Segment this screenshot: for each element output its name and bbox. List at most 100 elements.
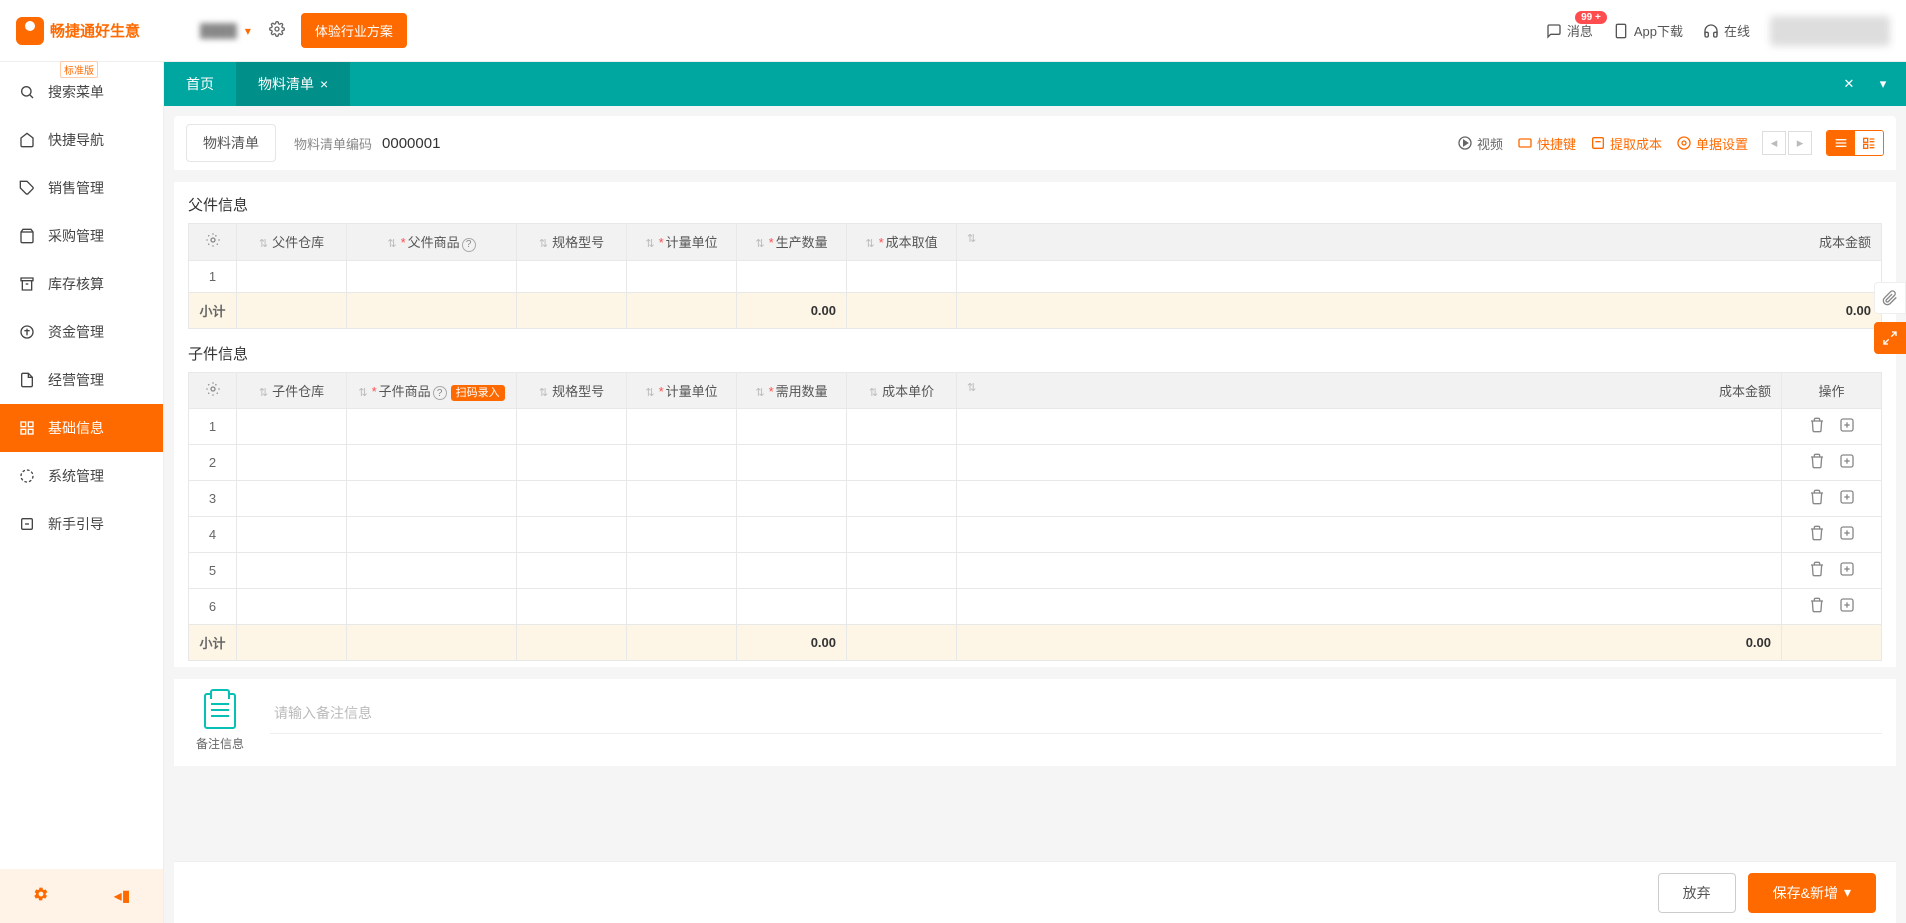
- tabs-menu-icon[interactable]: ▾: [1868, 69, 1898, 99]
- add-row-icon[interactable]: [1839, 525, 1855, 544]
- help-icon[interactable]: ?: [433, 386, 447, 400]
- header-settings-icon[interactable]: [269, 21, 285, 40]
- parent-costamount-header[interactable]: ⇅成本金额: [957, 224, 1882, 261]
- sidebar-item-label: 库存核算: [48, 274, 104, 294]
- child-table-row[interactable]: 4: [189, 517, 1882, 553]
- messages-badge: 99 +: [1575, 11, 1607, 24]
- prev-record-icon[interactable]: ◂: [1762, 131, 1786, 155]
- help-icon[interactable]: ?: [462, 238, 476, 252]
- sidebar-item-basic-info[interactable]: 基础信息: [0, 404, 163, 452]
- sidebar-item-sales[interactable]: 销售管理: [0, 164, 163, 212]
- parent-title: 父件信息: [188, 194, 1882, 215]
- list-view-icon[interactable]: [1827, 131, 1855, 155]
- sidebar-item-system[interactable]: 系统管理: [0, 452, 163, 500]
- video-link[interactable]: 视频: [1457, 134, 1503, 153]
- parent-warehouse-header[interactable]: ⇅父件仓库: [237, 224, 347, 261]
- parent-product-header[interactable]: ⇅*父件商品?: [347, 224, 517, 261]
- next-record-icon[interactable]: ▸: [1788, 131, 1812, 155]
- remarks-input[interactable]: [270, 693, 1882, 734]
- user-avatar[interactable]: [1770, 16, 1890, 46]
- add-row-icon[interactable]: [1839, 561, 1855, 580]
- child-table-row[interactable]: 1: [189, 409, 1882, 445]
- sidebar-item-inventory[interactable]: 库存核算: [0, 260, 163, 308]
- app-header: 畅捷通好生意 标准版 ████ ▾ 体验行业方案 消息 99 + App下载 在…: [0, 0, 1906, 62]
- sidebar-item-guide[interactable]: 新手引导: [0, 500, 163, 548]
- parent-panel: 父件信息 ⇅父件仓库 ⇅*父件商品? ⇅规格型号 ⇅*计量单位 ⇅*生产数量: [174, 182, 1896, 667]
- discard-button[interactable]: 放弃: [1658, 873, 1736, 913]
- child-gear-header[interactable]: [189, 372, 237, 409]
- page-header: 物料清单 物料清单编码 0000001 视频 快捷键 提取成本 单据设置 ◂ ▸: [174, 116, 1896, 170]
- doc-settings-link[interactable]: 单据设置: [1676, 134, 1748, 153]
- search-icon: [18, 83, 36, 101]
- org-selector[interactable]: ████ ▾: [190, 17, 261, 44]
- brand-logo: 畅捷通好生意 标准版: [16, 17, 176, 45]
- child-qty-header[interactable]: ⇅*需用数量: [737, 372, 847, 409]
- scan-badge[interactable]: 扫码录入: [451, 385, 505, 401]
- add-row-icon[interactable]: [1839, 453, 1855, 472]
- sidebar-item-finance[interactable]: 资金管理: [0, 308, 163, 356]
- add-row-icon[interactable]: [1839, 597, 1855, 616]
- card-view-icon[interactable]: [1855, 131, 1883, 155]
- shortcut-link[interactable]: 快捷键: [1517, 134, 1576, 153]
- expand-icon[interactable]: [1874, 322, 1906, 354]
- tag-icon: [18, 179, 36, 197]
- page-tab[interactable]: 物料清单: [186, 124, 276, 162]
- child-costamount-header[interactable]: ⇅成本金额: [957, 372, 1782, 409]
- settings-icon[interactable]: [33, 886, 49, 907]
- tab-bom[interactable]: 物料清单 ×: [236, 62, 350, 106]
- attachment-icon[interactable]: [1874, 282, 1906, 314]
- chevron-down-icon: ▾: [245, 24, 251, 38]
- record-nav: ◂ ▸: [1762, 131, 1812, 155]
- sidebar-item-operations[interactable]: 经营管理: [0, 356, 163, 404]
- tab-close-icon[interactable]: ×: [320, 76, 328, 92]
- parent-unit-header[interactable]: ⇅*计量单位: [627, 224, 737, 261]
- parent-table-row[interactable]: 1: [189, 260, 1882, 292]
- delete-row-icon[interactable]: [1809, 597, 1825, 616]
- code-value: 0000001: [382, 135, 440, 152]
- tab-home[interactable]: 首页: [164, 62, 236, 106]
- messages-button[interactable]: 消息 99 +: [1546, 21, 1593, 40]
- collapse-icon[interactable]: ◂▮: [114, 886, 131, 906]
- child-unit-header[interactable]: ⇅*计量单位: [627, 372, 737, 409]
- promo-button[interactable]: 体验行业方案: [301, 13, 407, 48]
- child-warehouse-header[interactable]: ⇅子件仓库: [237, 372, 347, 409]
- child-table-row[interactable]: 2: [189, 445, 1882, 481]
- logo-icon: [16, 17, 44, 45]
- parent-costbasis-header[interactable]: ⇅*成本取值: [847, 224, 957, 261]
- sidebar-item-label: 系统管理: [48, 466, 104, 486]
- parent-gear-header[interactable]: [189, 224, 237, 261]
- child-unitcost-header[interactable]: ⇅成本单价: [847, 372, 957, 409]
- online-support-button[interactable]: 在线: [1703, 21, 1750, 40]
- save-new-button[interactable]: 保存&新增 ▾: [1748, 873, 1876, 913]
- main-tabs: 首页 物料清单 × ✕ ▾: [164, 62, 1906, 106]
- app-download-button[interactable]: App下载: [1613, 21, 1683, 40]
- parent-qty-header[interactable]: ⇅*生产数量: [737, 224, 847, 261]
- doc-icon: [18, 371, 36, 389]
- sidebar-item-quicknav[interactable]: 快捷导航: [0, 116, 163, 164]
- main-content: 首页 物料清单 × ✕ ▾ 物料清单 物料清单编码 0000001 视频: [164, 62, 1906, 923]
- sidebar-item-purchase[interactable]: 采购管理: [0, 212, 163, 260]
- online-label: 在线: [1724, 21, 1750, 40]
- child-table-row[interactable]: 3: [189, 481, 1882, 517]
- extract-cost-link[interactable]: 提取成本: [1590, 134, 1662, 153]
- sidebar-nav: 搜索菜单 快捷导航 销售管理 采购管理 库存核算 资金管理 经营管理 基础信息 …: [0, 62, 163, 869]
- tabs-close-all-icon[interactable]: ✕: [1834, 69, 1864, 99]
- child-spec-header[interactable]: ⇅规格型号: [517, 372, 627, 409]
- view-toggle: [1826, 130, 1884, 156]
- child-table-row[interactable]: 6: [189, 589, 1882, 625]
- edition-badge: 标准版: [60, 61, 98, 78]
- delete-row-icon[interactable]: [1809, 561, 1825, 580]
- delete-row-icon[interactable]: [1809, 417, 1825, 436]
- sidebar-item-label: 快捷导航: [48, 130, 104, 150]
- child-table-row[interactable]: 5: [189, 553, 1882, 589]
- child-product-header[interactable]: ⇅*子件商品?扫码录入: [347, 372, 517, 409]
- child-title: 子件信息: [188, 343, 1882, 364]
- delete-row-icon[interactable]: [1809, 525, 1825, 544]
- add-row-icon[interactable]: [1839, 417, 1855, 436]
- remarks-panel: 备注信息: [174, 679, 1896, 766]
- sidebar-item-label: 基础信息: [48, 418, 104, 438]
- delete-row-icon[interactable]: [1809, 453, 1825, 472]
- delete-row-icon[interactable]: [1809, 489, 1825, 508]
- add-row-icon[interactable]: [1839, 489, 1855, 508]
- parent-spec-header[interactable]: ⇅规格型号: [517, 224, 627, 261]
